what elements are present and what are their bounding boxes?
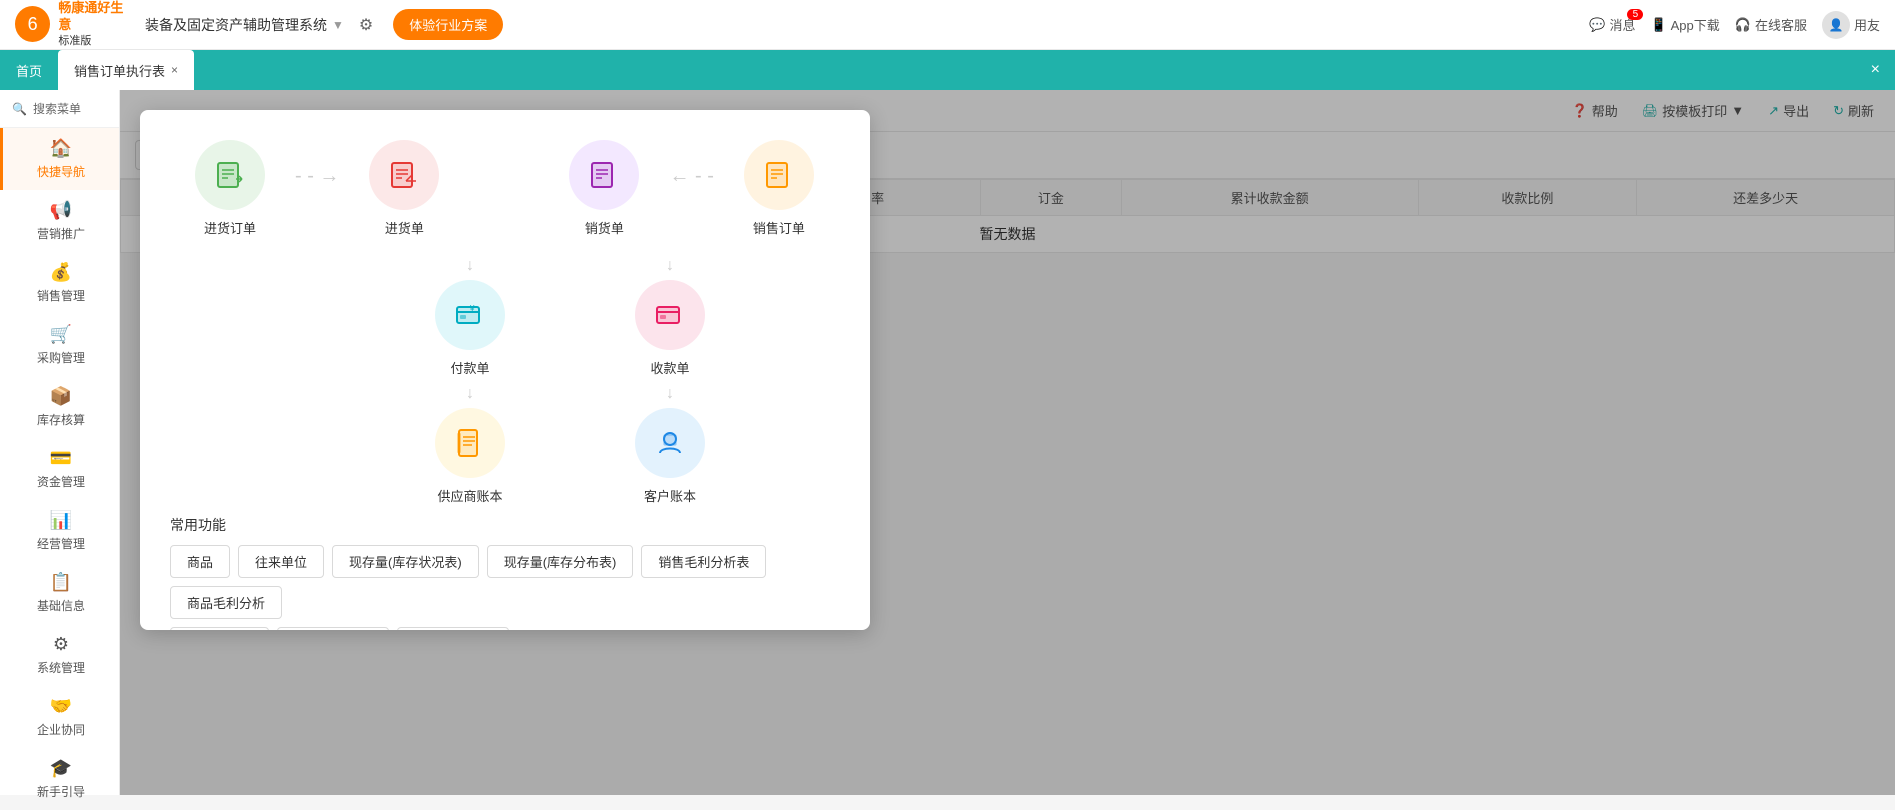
down-arrow-payment: ↓ [466,257,474,275]
flow-node-purchase-receipt[interactable]: 进货单 [344,140,464,237]
flow-col-customer-ledger: ↓ 客户账本 [610,385,730,505]
flow-row-1: 进货订单 - - → [170,140,840,237]
down-arrow-supplier: ↓ [466,385,474,403]
flow-col-receipt: ↓ 收款单 [610,257,730,377]
supplier-ledger-icon [435,408,505,478]
quick-nav-icon: 🏠 [50,138,72,159]
finance-icon: 💳 [50,448,72,469]
inventory-icon: 📦 [50,386,72,407]
common-functions-row-1: 商品 往来单位 现存量(库存状况表) 现存量(库存分布表) 销售毛利分析表 商品… [170,545,840,619]
flow-node-supplier-ledger[interactable]: 供应商账本 [410,408,530,505]
content-area: ❓ 帮助 🖨 按模板打印 ▼ ↗ 导出 ↻ 刷新 📅 [120,90,1895,795]
modal-box: 进货订单 - - → [140,110,870,630]
flow-node-sales-invoice[interactable]: 销货单 [544,140,664,237]
tab-home[interactable]: 首页 [0,50,58,90]
sales-invoice-icon [569,140,639,210]
app-download-button[interactable]: 📱 App下载 [1650,15,1719,34]
settings-icon[interactable]: ⚙ [359,15,373,35]
trial-button[interactable]: 体验行业方案 [393,9,503,40]
customer-ledger-icon [635,408,705,478]
func-btn-sales-rank[interactable]: 销售排行榜 [170,627,269,630]
logo-icon: 6 [15,6,50,42]
system-icon: ⚙ [53,634,69,655]
sidebar-item-beginner[interactable]: 🎓 新手引导 [0,748,119,810]
func-btn-sales-profit[interactable]: 销售毛利分析表 [641,545,766,578]
purchase-receipt-icon [369,140,439,210]
top-header: 6 畅康通好生意 标准版 装备及固定资产辅助管理系统 ▼ ⚙ 体验行业方案 💬 … [0,0,1895,50]
flow-node-sales-order[interactable]: 销售订单 [719,140,839,237]
sidebar-item-marketing[interactable]: 📢 营销推广 [0,190,119,252]
common-section: 常用功能 商品 往来单位 现存量(库存状况表) 现存量(库存分布表) 销售毛利分… [140,505,870,630]
sidebar-item-inventory[interactable]: 📦 库存核算 [0,376,119,438]
search-icon: 🔍 [12,102,27,116]
modal-overlay: 进货订单 - - → [120,90,1895,795]
flow-node-purchase-order[interactable]: 进货订单 [170,140,290,237]
func-btn-receipt-stats[interactable]: 收款情况统计 [277,627,389,630]
sales-icon: 💰 [50,262,72,283]
flow-col-supplier-ledger: ↓ [410,385,530,505]
main-layout: 🔍 搜索菜单 🏠 快捷导航 📢 营销推广 💰 销售管理 🛒 采购管理 📦 库存核… [0,90,1895,795]
flow-col-payment: ↓ ¥ [410,257,530,377]
func-btn-partners[interactable]: 往来单位 [238,545,324,578]
receipt-icon [635,280,705,350]
sidebar-item-finance[interactable]: 💳 资金管理 [0,438,119,500]
sidebar-item-system[interactable]: ⚙ 系统管理 [0,624,119,686]
beginner-icon: 🎓 [50,758,72,779]
sidebar-item-enterprise[interactable]: 🤝 企业协同 [0,686,119,748]
online-service-button[interactable]: 🎧 在线客服 [1735,15,1807,34]
logo-text: 畅康通好生意 标准版 [58,0,135,48]
search-menu[interactable]: 🔍 搜索菜单 [0,90,119,128]
sidebar-item-basic-info[interactable]: 📋 基础信息 [0,562,119,624]
flow-node-payment[interactable]: ¥ 付款单 [410,280,530,377]
func-btn-payment-stats[interactable]: 付款情况统计 [397,627,509,630]
tab-close-icon[interactable]: × [171,63,178,77]
sidebar: 🔍 搜索菜单 🏠 快捷导航 📢 营销推广 💰 销售管理 🛒 采购管理 📦 库存核… [0,90,120,795]
sidebar-item-quick-nav[interactable]: 🏠 快捷导航 [0,128,119,190]
func-btn-stock-status[interactable]: 现存量(库存状况表) [332,545,479,578]
flow-section: 进货订单 - - → [140,110,870,505]
payment-icon: ¥ [435,280,505,350]
tab-sales-order-exec[interactable]: 销售订单执行表 × [58,50,194,90]
purchase-icon: 🛒 [50,324,72,345]
system-title: 装备及固定资产辅助管理系统 ▼ [145,15,344,35]
message-button[interactable]: 💬 消息 5 [1589,15,1635,34]
headset-icon: 🎧 [1735,17,1751,33]
user-menu[interactable]: 👤 用友 [1822,11,1880,39]
down-arrow-customer: ↓ [666,385,674,403]
tab-bar-close[interactable]: × [1871,61,1895,79]
enterprise-icon: 🤝 [50,696,72,717]
basic-info-icon: 📋 [50,572,72,593]
flow-arrow-2: ← - - [669,165,713,213]
flow-node-customer-ledger[interactable]: 客户账本 [610,408,730,505]
operation-icon: 📊 [50,510,72,531]
flow-arrow-1: - - → [295,165,339,213]
tab-bar: 首页 销售订单执行表 × × [0,50,1895,90]
sidebar-item-purchase[interactable]: 🛒 采购管理 [0,314,119,376]
sales-order-icon [744,140,814,210]
marketing-icon: 📢 [50,200,72,221]
message-icon: 💬 [1589,17,1605,33]
phone-icon: 📱 [1650,17,1666,33]
svg-text:¥: ¥ [469,304,475,313]
avatar: 👤 [1822,11,1850,39]
sidebar-item-operation[interactable]: 📊 经营管理 [0,500,119,562]
func-btn-product-profit[interactable]: 商品毛利分析 [170,586,282,619]
func-btn-stock-dist[interactable]: 现存量(库存分布表) [487,545,634,578]
common-functions-row-2: 销售排行榜 收款情况统计 付款情况统计 [170,627,840,630]
dropdown-arrow-icon[interactable]: ▼ [332,18,344,32]
sidebar-item-sales[interactable]: 💰 销售管理 [0,252,119,314]
header-right: 💬 消息 5 📱 App下载 🎧 在线客服 👤 用友 [1589,11,1880,39]
func-btn-product[interactable]: 商品 [170,545,230,578]
purchase-order-icon [195,140,265,210]
down-arrow-receipt: ↓ [666,257,674,275]
common-functions-title: 常用功能 [170,515,840,535]
flow-node-receipt[interactable]: 收款单 [610,280,730,377]
message-badge: 5 [1627,9,1643,20]
logo-area: 6 畅康通好生意 标准版 [15,0,135,48]
